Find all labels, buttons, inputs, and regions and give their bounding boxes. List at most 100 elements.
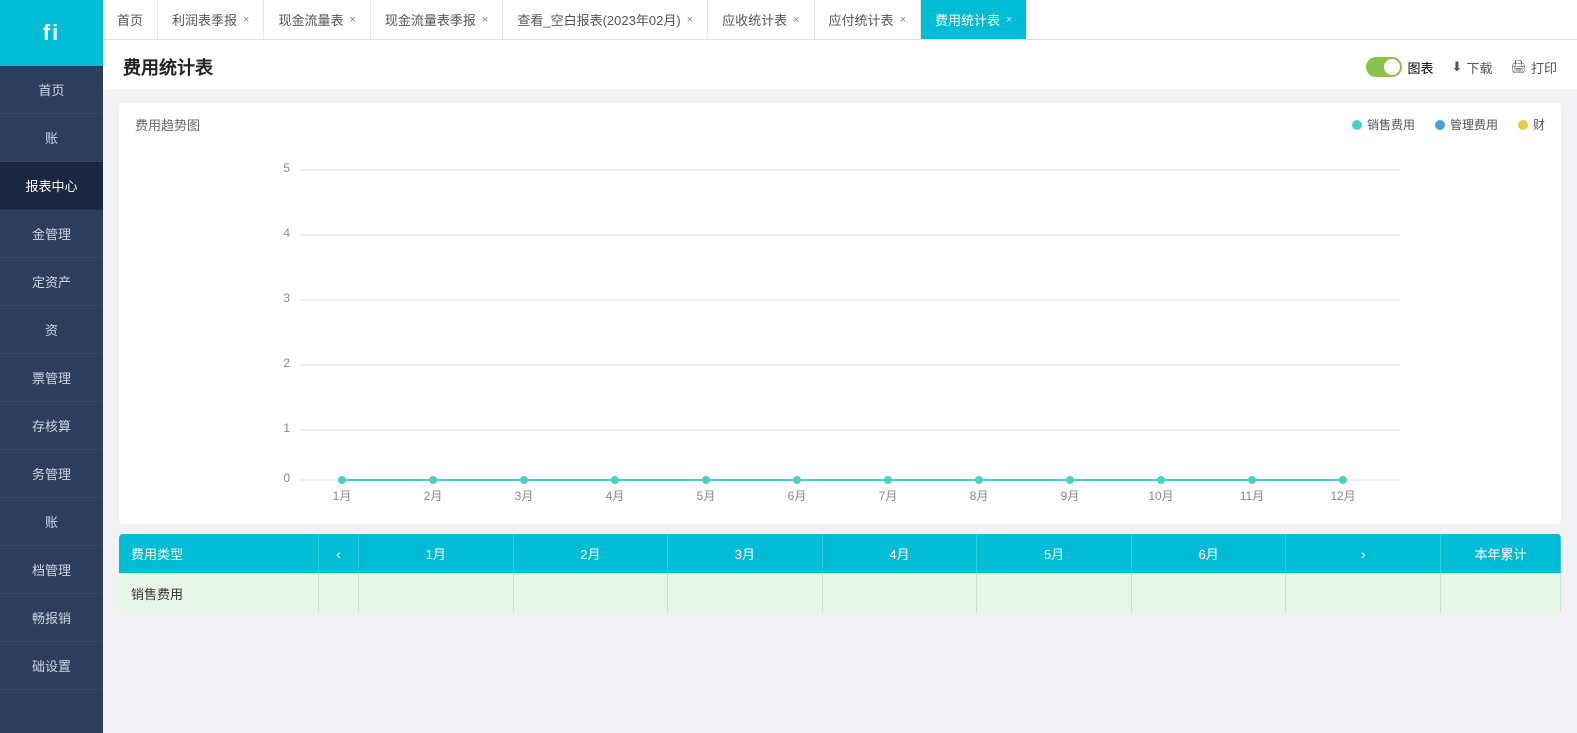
td-yearly <box>1441 574 1561 613</box>
th-month-1: 1月 <box>359 534 514 573</box>
chart-title: 费用趋势图 <box>135 115 200 134</box>
td-m6 <box>1132 574 1287 613</box>
svg-text:9月: 9月 <box>1061 489 1080 503</box>
sidebar-item-home[interactable]: 首页 <box>0 66 103 114</box>
sidebar-item-cash-mgmt[interactable]: 金管理 <box>0 210 103 258</box>
td-m4 <box>823 574 978 613</box>
th-next[interactable]: › <box>1286 534 1441 573</box>
page-header: 费用统计表 图表 ⬇ 下载 🖨 打印 <box>103 40 1577 91</box>
tab-receivable-label: 应收统计表 <box>722 10 787 29</box>
tab-blank-report[interactable]: 查看_空白报表(2023年02月) × <box>503 0 708 40</box>
sidebar-item-resources[interactable]: 资 <box>0 306 103 354</box>
td-m5 <box>977 574 1132 613</box>
th-month-2: 2月 <box>514 534 669 573</box>
svg-text:3月: 3月 <box>515 489 534 503</box>
tab-cashflow[interactable]: 现金流量表 × <box>264 0 370 40</box>
print-button[interactable]: 🖨 打印 <box>1510 58 1557 77</box>
th-prev[interactable]: ‹ <box>319 534 359 573</box>
tab-payable-label: 应付统计表 <box>829 10 894 29</box>
td-m1 <box>359 574 514 613</box>
chart-section: 费用趋势图 销售费用 管理费用 财 <box>119 103 1561 524</box>
header-actions: 图表 ⬇ 下载 🖨 打印 <box>1366 57 1557 77</box>
sidebar-item-ledger[interactable]: 账 <box>0 498 103 546</box>
tab-payable[interactable]: 应付统计表 × <box>815 0 921 40</box>
tab-profit-quarterly-close[interactable]: × <box>243 14 249 26</box>
tab-profit-quarterly[interactable]: 利润表季报 × <box>158 0 264 40</box>
chart-toggle-wrap: 图表 <box>1366 57 1434 77</box>
sidebar-item-archives[interactable]: 档管理 <box>0 546 103 594</box>
sidebar-item-settings[interactable]: 础设置 <box>0 642 103 690</box>
legend-admin-label: 管理费用 <box>1450 116 1498 133</box>
th-yearly: 本年累计 <box>1441 534 1561 573</box>
svg-text:8月: 8月 <box>970 489 989 503</box>
tab-cashflow-quarterly[interactable]: 现金流量表季报 × <box>371 0 503 40</box>
tab-bar: 首页 利润表季报 × 现金流量表 × 现金流量表季报 × 查看_空白报表(202… <box>103 0 1577 40</box>
chart-point-9 <box>1066 476 1074 484</box>
page-title: 费用统计表 <box>123 54 213 80</box>
th-month-5: 5月 <box>977 534 1132 573</box>
chart-point-5 <box>702 476 710 484</box>
download-button[interactable]: ⬇ 下载 <box>1452 58 1493 77</box>
chart-point-2 <box>429 476 437 484</box>
chart-legend: 销售费用 管理费用 财 <box>1352 116 1545 133</box>
chart-toggle-label: 图表 <box>1408 58 1434 77</box>
svg-text:5月: 5月 <box>697 489 716 503</box>
legend-admin: 管理费用 <box>1435 116 1498 133</box>
sidebar-item-services[interactable]: 务管理 <box>0 450 103 498</box>
chart-toggle[interactable] <box>1366 57 1402 77</box>
sidebar-item-account[interactable]: 账 <box>0 114 103 162</box>
legend-admin-dot <box>1435 120 1445 130</box>
download-label: 下载 <box>1466 58 1492 77</box>
tab-expense-stats-close[interactable]: × <box>1006 14 1012 26</box>
tab-home-label: 首页 <box>117 10 143 29</box>
svg-text:5: 5 <box>283 161 290 175</box>
svg-text:6月: 6月 <box>788 489 807 503</box>
download-icon: ⬇ <box>1452 59 1463 75</box>
svg-text:11月: 11月 <box>1240 489 1264 503</box>
td-type: 销售费用 <box>119 574 319 613</box>
svg-text:10月: 10月 <box>1148 489 1173 503</box>
tab-cashflow-label: 现金流量表 <box>278 10 343 29</box>
sidebar: fi 首页 账 报表中心 金管理 定资产 资 票管理 存核算 务管理 账 档管理… <box>0 0 103 733</box>
sidebar-item-reports[interactable]: 报表中心 <box>0 162 103 210</box>
chart-point-4 <box>611 476 619 484</box>
sidebar-item-fixed-assets[interactable]: 定资产 <box>0 258 103 306</box>
main-area: 首页 利润表季报 × 现金流量表 × 现金流量表季报 × 查看_空白报表(202… <box>103 0 1577 733</box>
trend-chart: 5 4 3 2 1 0 <box>135 142 1545 512</box>
tab-expense-stats[interactable]: 费用统计表 × <box>921 0 1027 40</box>
tab-profit-quarterly-label: 利润表季报 <box>172 10 237 29</box>
svg-text:1月: 1月 <box>333 489 352 503</box>
tab-payable-close[interactable]: × <box>900 14 906 26</box>
svg-text:4: 4 <box>283 226 290 240</box>
tab-blank-report-label: 查看_空白报表(2023年02月) <box>517 10 680 29</box>
td-nav-empty <box>1286 574 1441 613</box>
svg-text:0: 0 <box>283 471 290 485</box>
th-month-6: 6月 <box>1132 534 1287 573</box>
data-table: 费用类型 ‹ 1月 2月 3月 4月 5月 6月 › 本年累计 销售费用 <box>119 534 1561 613</box>
svg-text:12月: 12月 <box>1330 489 1355 503</box>
table-row: 销售费用 <box>119 573 1561 613</box>
tab-receivable[interactable]: 应收统计表 × <box>708 0 814 40</box>
chart-container: 5 4 3 2 1 0 <box>135 142 1545 512</box>
chart-point-11 <box>1248 476 1256 484</box>
tab-home[interactable]: 首页 <box>103 0 158 40</box>
chart-point-1 <box>338 476 346 484</box>
tab-receivable-close[interactable]: × <box>793 14 799 26</box>
tab-blank-report-close[interactable]: × <box>687 14 693 26</box>
td-empty <box>319 574 359 613</box>
sidebar-item-inventory[interactable]: 存核算 <box>0 402 103 450</box>
svg-text:4月: 4月 <box>606 489 625 503</box>
tab-cashflow-quarterly-close[interactable]: × <box>482 14 488 26</box>
legend-sales: 销售费用 <box>1352 116 1415 133</box>
th-month-4: 4月 <box>823 534 978 573</box>
sidebar-item-tickets[interactable]: 票管理 <box>0 354 103 402</box>
print-label: 打印 <box>1531 58 1557 77</box>
sidebar-item-expense[interactable]: 畅报销 <box>0 594 103 642</box>
legend-sales-label: 销售费用 <box>1367 116 1415 133</box>
tab-cashflow-close[interactable]: × <box>349 14 355 26</box>
legend-finance: 财 <box>1518 116 1545 133</box>
chart-point-6 <box>793 476 801 484</box>
legend-finance-label: 财 <box>1533 116 1545 133</box>
td-m2 <box>514 574 669 613</box>
td-m3 <box>668 574 823 613</box>
